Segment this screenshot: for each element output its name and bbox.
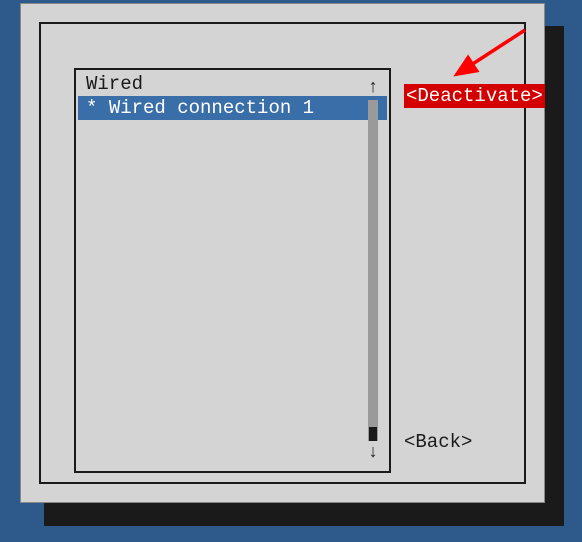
dialog-window: Wired * Wired connection 1 ↑ ↓ <Deactiva…	[20, 3, 545, 503]
scroll-thumb[interactable]	[369, 427, 377, 441]
connection-active-marker: *	[86, 97, 109, 119]
scroll-up-icon[interactable]: ↑	[368, 80, 379, 96]
connection-list[interactable]: Wired * Wired connection 1 ↑ ↓	[74, 68, 391, 473]
connection-item-selected[interactable]: * Wired connection 1	[78, 96, 387, 120]
scroll-down-icon[interactable]: ↓	[368, 445, 379, 461]
connection-name: Wired connection 1	[109, 97, 314, 119]
connection-category: Wired	[78, 72, 387, 96]
deactivate-button[interactable]: <Deactivate>	[404, 84, 545, 108]
scroll-track-bar[interactable]	[368, 100, 378, 441]
connection-list-content: Wired * Wired connection 1	[76, 70, 389, 122]
back-button[interactable]: <Back>	[404, 430, 472, 454]
scrollbar[interactable]: ↑ ↓	[365, 80, 381, 461]
